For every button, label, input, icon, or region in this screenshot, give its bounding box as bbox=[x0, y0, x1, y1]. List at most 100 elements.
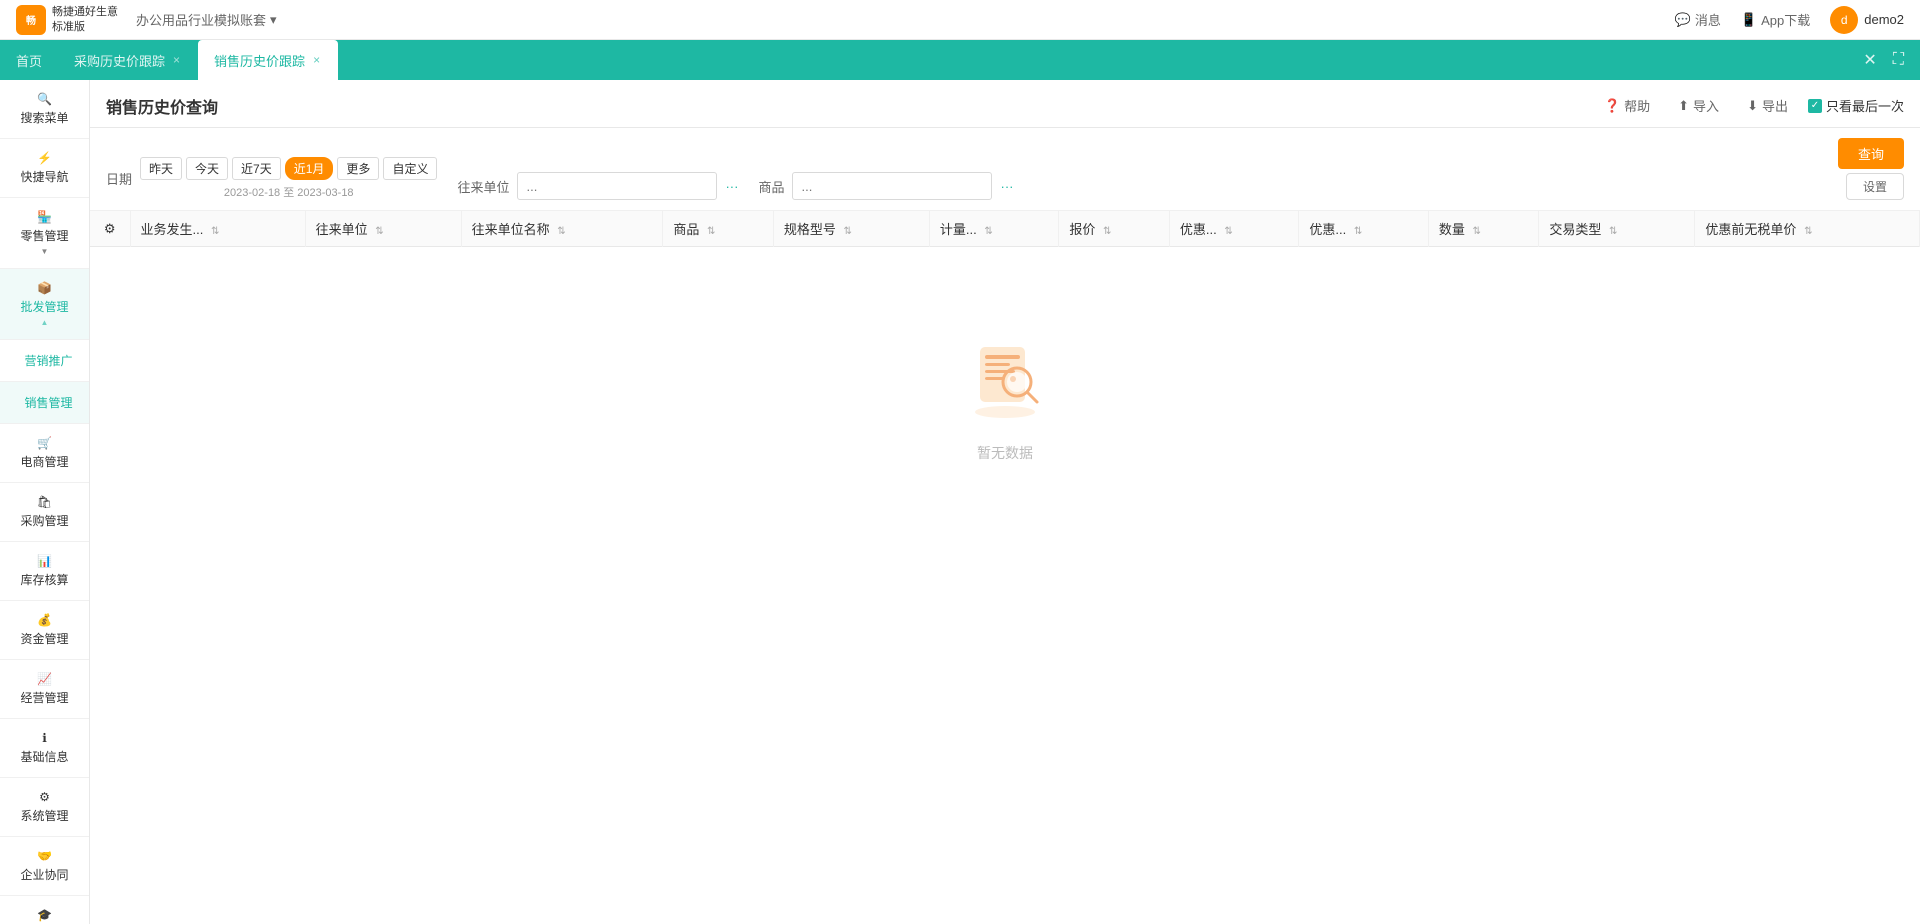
settings-button[interactable]: 设置 bbox=[1846, 173, 1904, 200]
system-selector[interactable]: 办公用品行业模拟账套 ▾ bbox=[128, 6, 285, 33]
ecom-mgmt-icon: 🛒 bbox=[37, 436, 52, 450]
sidebar-sys-mgmt-label: 系统管理 bbox=[20, 807, 68, 824]
date-btn-today[interactable]: 今天 bbox=[186, 157, 228, 180]
sidebar-item-basic-info[interactable]: ℹ 基础信息 bbox=[0, 719, 89, 778]
sidebar-sales-mgmt-label: 销售管理 bbox=[24, 394, 72, 411]
date-btn-custom[interactable]: 自定义 bbox=[383, 157, 437, 180]
app-download-action[interactable]: 📱 App下载 bbox=[1741, 10, 1810, 29]
sidebar-marketing-label: 营销推广 bbox=[24, 352, 72, 369]
sidebar-item-purchase-mgmt[interactable]: 🛍 采购管理 bbox=[0, 483, 89, 542]
sidebar-item-newbie[interactable]: 🎓 新手引导 bbox=[0, 896, 89, 924]
th-biz-date-label: 业务发生... bbox=[141, 222, 204, 237]
header-right: 💬 消息 📱 App下载 d demo2 bbox=[1675, 6, 1904, 34]
goods-dots[interactable]: ··· bbox=[1000, 179, 1013, 194]
tab-home[interactable]: 首页 bbox=[0, 40, 58, 80]
user-area[interactable]: d demo2 bbox=[1830, 6, 1904, 34]
th-biz-date[interactable]: 业务发生... ⇅ bbox=[130, 211, 305, 247]
top-header: 畅 畅捷通好生意 标准版 办公用品行业模拟账套 ▾ 💬 消息 📱 App下载 d… bbox=[0, 0, 1920, 40]
th-gear[interactable]: ⚙ bbox=[90, 211, 130, 247]
sidebar-wholesale-mgmt-label: 批发管理 bbox=[20, 298, 68, 315]
help-btn[interactable]: ❓ 帮助 bbox=[1596, 92, 1658, 119]
only-last-checkbox[interactable]: ✓ bbox=[1808, 99, 1822, 113]
sidebar-purchase-mgmt-label: 采购管理 bbox=[20, 512, 68, 529]
th-discount1[interactable]: 优惠... ⇅ bbox=[1169, 211, 1298, 247]
filter-area: 日期 昨天 今天 近7天 近1月 更多 自定义 2023-02-18 至 202… bbox=[90, 128, 1920, 211]
partner-dots[interactable]: ··· bbox=[725, 179, 738, 194]
help-icon: ❓ bbox=[1604, 98, 1620, 114]
sidebar-item-search-menu[interactable]: 🔍 搜索菜单 bbox=[0, 80, 89, 139]
fullscreen-btn[interactable]: ⛶ bbox=[1889, 47, 1908, 73]
th-discount1-label: 优惠... bbox=[1180, 222, 1217, 237]
date-btn-7days[interactable]: 近7天 bbox=[232, 157, 281, 180]
th-pretax-price[interactable]: 优惠前无税单价 ⇅ bbox=[1695, 211, 1920, 247]
sidebar-item-enterprise[interactable]: 🤝 企业协同 bbox=[0, 837, 89, 896]
th-partner-name[interactable]: 往来单位名称 ⇅ bbox=[461, 211, 663, 247]
tab-sales-history-close[interactable]: × bbox=[311, 51, 322, 69]
empty-text: 暂无数据 bbox=[977, 443, 1033, 463]
tab-sales-history[interactable]: 销售历史价跟踪 × bbox=[198, 40, 338, 80]
sidebar-item-sys-mgmt[interactable]: ⚙ 系统管理 bbox=[0, 778, 89, 837]
goods-input[interactable] bbox=[792, 172, 992, 200]
th-partner[interactable]: 往来单位 ⇅ bbox=[305, 211, 461, 247]
date-filter-group: 日期 昨天 今天 近7天 近1月 更多 自定义 2023-02-18 至 202… bbox=[106, 157, 437, 200]
logo-text: 畅捷通好生意 标准版 bbox=[52, 5, 118, 34]
header-left: 畅 畅捷通好生意 标准版 办公用品行业模拟账套 ▾ bbox=[16, 5, 285, 35]
table-header-row: ⚙ 业务发生... ⇅ 往来单位 ⇅ 往来单位名称 bbox=[90, 211, 1920, 247]
sort-icon-unit: ⇅ bbox=[984, 226, 992, 237]
tab-purchase-history-close[interactable]: × bbox=[171, 51, 182, 69]
partner-filter-group: 往来单位 ··· bbox=[457, 172, 738, 200]
avatar: d bbox=[1830, 6, 1858, 34]
system-title: 办公用品行业模拟账套 bbox=[136, 10, 266, 29]
sidebar-item-ecom-mgmt[interactable]: 🛒 电商管理 bbox=[0, 424, 89, 483]
only-last-checkbox-label[interactable]: ✓ 只看最后一次 bbox=[1808, 96, 1904, 115]
sort-icon-discount2: ⇅ bbox=[1354, 226, 1362, 237]
th-quote[interactable]: 报价 ⇅ bbox=[1059, 211, 1170, 247]
sidebar-item-retail-mgmt[interactable]: 🏪 零售管理 bbox=[0, 198, 89, 269]
empty-state: 暂无数据 bbox=[90, 247, 1920, 543]
close-tab-btn[interactable]: ✕ bbox=[1859, 46, 1880, 74]
th-trade-type[interactable]: 交易类型 ⇅ bbox=[1539, 211, 1695, 247]
quick-nav-icon: ⚡ bbox=[37, 151, 52, 165]
help-label: 帮助 bbox=[1624, 96, 1650, 115]
export-btn[interactable]: ⬇ 导出 bbox=[1739, 92, 1796, 119]
sidebar-item-sales-mgmt[interactable]: 销售管理 bbox=[0, 382, 89, 424]
tab-purchase-history[interactable]: 采购历史价跟踪 × bbox=[58, 40, 198, 80]
date-range-text: 2023-02-18 至 2023-03-18 bbox=[224, 184, 354, 200]
th-goods-label: 商品 bbox=[673, 222, 699, 237]
only-last-label: 只看最后一次 bbox=[1826, 96, 1904, 115]
import-btn[interactable]: ⬆ 导入 bbox=[1670, 92, 1727, 119]
sidebar-item-wholesale-mgmt[interactable]: 📦 批发管理 bbox=[0, 269, 89, 340]
sort-icon-trade-type: ⇅ bbox=[1609, 226, 1617, 237]
th-quantity-label: 数量 bbox=[1439, 222, 1465, 237]
sidebar-item-inventory[interactable]: 📊 库存核算 bbox=[0, 542, 89, 601]
app-label: App下载 bbox=[1761, 10, 1810, 29]
th-spec[interactable]: 规格型号 ⇅ bbox=[773, 211, 929, 247]
table-area: ⚙ 业务发生... ⇅ 往来单位 ⇅ 往来单位名称 bbox=[90, 211, 1920, 924]
query-button[interactable]: 查询 bbox=[1838, 138, 1904, 169]
message-icon: 💬 bbox=[1675, 12, 1691, 28]
date-btn-1month[interactable]: 近1月 bbox=[285, 157, 334, 180]
th-unit[interactable]: 计量... ⇅ bbox=[929, 211, 1058, 247]
newbie-icon: 🎓 bbox=[37, 908, 52, 922]
gear-icon: ⚙ bbox=[104, 221, 116, 236]
dropdown-icon: ▾ bbox=[270, 12, 277, 28]
partner-input[interactable] bbox=[517, 172, 717, 200]
date-btn-yesterday[interactable]: 昨天 bbox=[140, 157, 182, 180]
sidebar-ecom-mgmt-label: 电商管理 bbox=[20, 453, 68, 470]
message-label: 消息 bbox=[1695, 10, 1721, 29]
th-goods[interactable]: 商品 ⇅ bbox=[663, 211, 774, 247]
sidebar-item-finance-mgmt[interactable]: 💰 资金管理 bbox=[0, 601, 89, 660]
th-discount2[interactable]: 优惠... ⇅ bbox=[1299, 211, 1428, 247]
page-header: 销售历史价查询 ❓ 帮助 ⬆ 导入 ⬇ 导出 ✓ bbox=[90, 80, 1920, 128]
th-partner-name-label: 往来单位名称 bbox=[472, 222, 550, 237]
th-quantity[interactable]: 数量 ⇅ bbox=[1428, 211, 1539, 247]
tab-sales-history-label: 销售历史价跟踪 bbox=[214, 51, 305, 70]
sidebar-item-quick-nav[interactable]: ⚡ 快捷导航 bbox=[0, 139, 89, 198]
empty-icon bbox=[955, 327, 1055, 427]
message-action[interactable]: 💬 消息 bbox=[1675, 10, 1721, 29]
purchase-mgmt-icon: 🛍 bbox=[37, 495, 52, 509]
sidebar-item-ops-mgmt[interactable]: 📈 经营管理 bbox=[0, 660, 89, 719]
enterprise-icon: 🤝 bbox=[37, 849, 52, 863]
sidebar-item-marketing[interactable]: 营销推广 bbox=[0, 340, 89, 382]
date-btn-more[interactable]: 更多 bbox=[337, 157, 379, 180]
